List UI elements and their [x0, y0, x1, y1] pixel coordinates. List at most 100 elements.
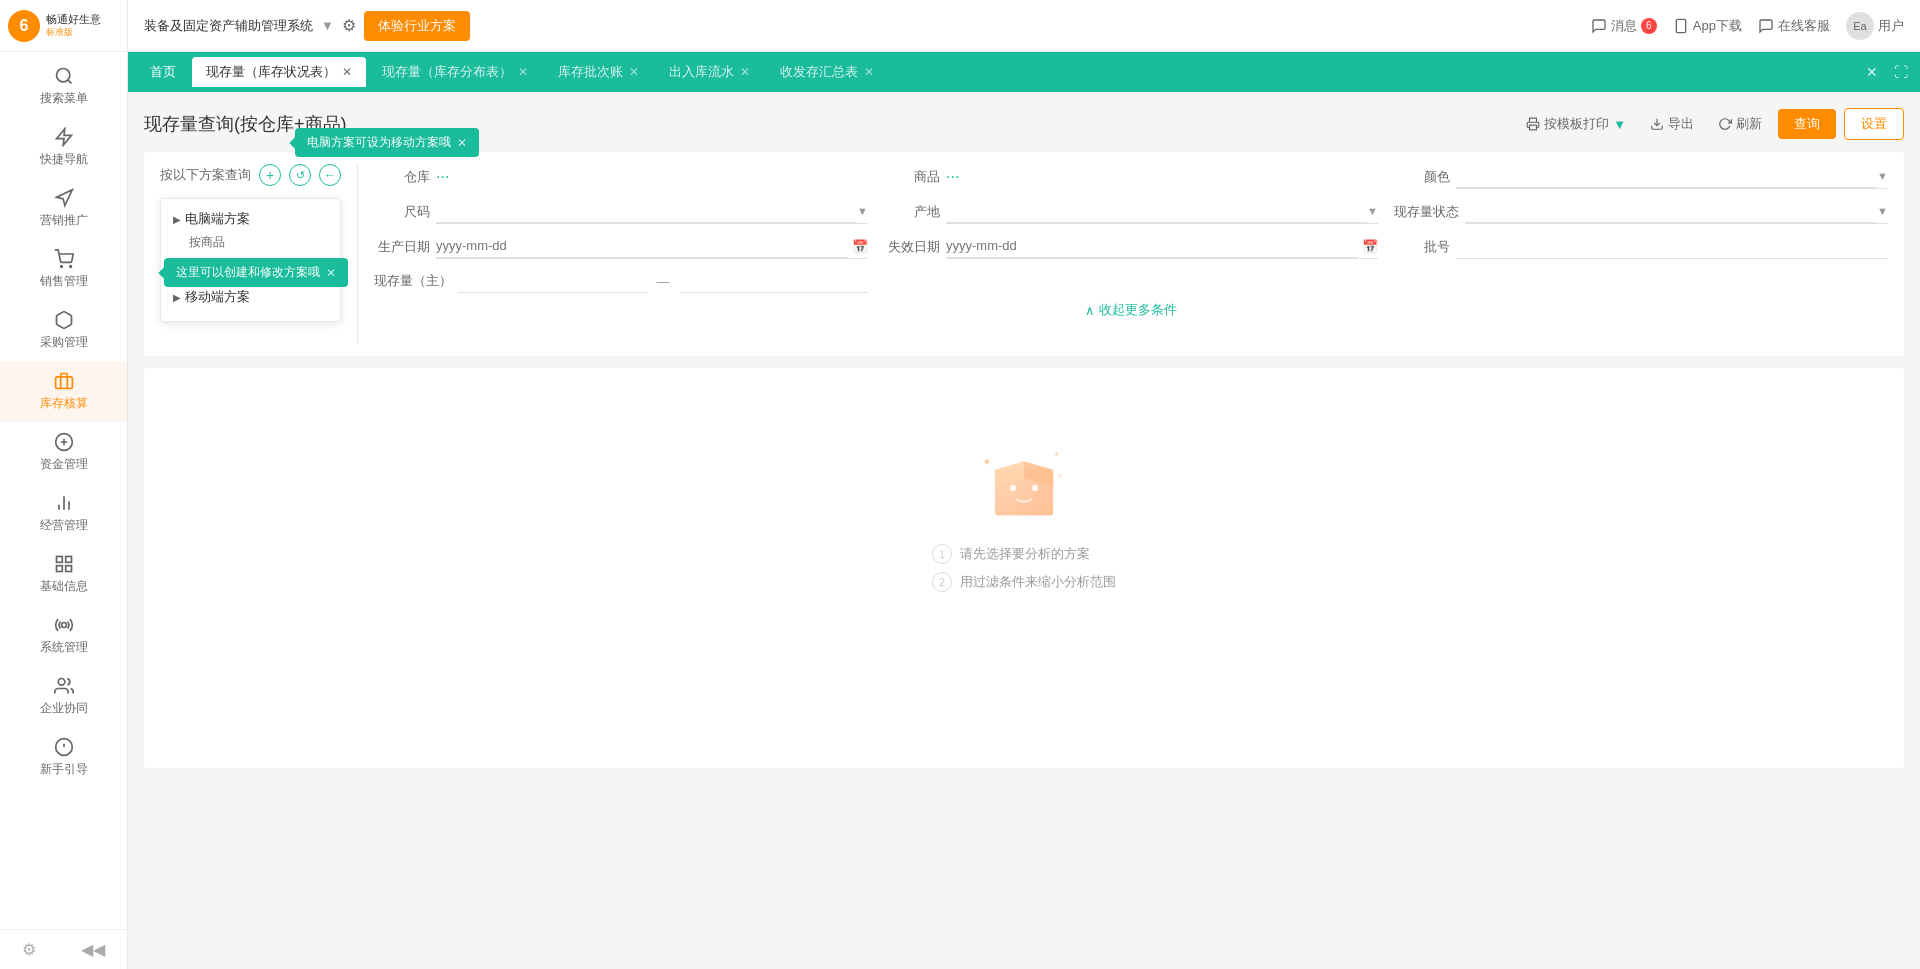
svg-text:✦: ✦ — [1053, 449, 1060, 459]
filter-label-warehouse: 仓库 — [374, 168, 430, 186]
svg-point-2 — [60, 266, 62, 268]
scheme-item-by-goods[interactable]: 按商品 — [169, 231, 332, 254]
sidebar-item-newbie[interactable]: 新手引导 — [0, 727, 127, 788]
sidebar-collapse-btn[interactable]: ◀◀ — [81, 940, 105, 959]
content-area: ✦ ✦ ✦ 1 请先选择要分析的方案 2 用过滤条件来缩小分析范围 — [144, 368, 1904, 768]
tab-in-out-flow[interactable]: 出入库流水 ✕ — [655, 57, 764, 87]
tooltip1-wrap: + 电脑方案可设为移动方案哦 ✕ — [259, 164, 281, 186]
tab-close-all-icon[interactable]: ✕ — [1862, 60, 1882, 84]
filter-row-goods: 商品 ··· — [884, 164, 1378, 189]
sidebar-item-finance[interactable]: 资金管理 — [0, 422, 127, 483]
warehouse-input[interactable]: ··· — [436, 168, 449, 186]
chart-icon — [54, 493, 74, 513]
origin-select[interactable] — [946, 199, 1367, 223]
sidebar-footer: ⚙ ◀◀ — [0, 929, 127, 969]
filter-label-inv-qty: 现存量（主） — [374, 272, 452, 290]
shopping-icon — [54, 249, 74, 269]
sidebar-item-inventory[interactable]: 库存核算 — [0, 361, 127, 422]
svg-rect-16 — [1676, 19, 1685, 32]
goods-input[interactable]: ··· — [946, 168, 959, 186]
system-dropdown-icon[interactable]: ▼ — [321, 18, 334, 33]
filter-label-exp-date: 失效日期 — [884, 238, 940, 256]
refresh-btn[interactable]: 刷新 — [1710, 111, 1770, 137]
tooltip2-text: 这里可以创建和修改方案哦 — [176, 264, 320, 281]
tooltip2-close-btn[interactable]: ✕ — [326, 266, 336, 280]
print-btn[interactable]: 按模板打印 ▼ — [1518, 111, 1634, 137]
filter-row-warehouse: 仓库 ··· — [374, 164, 868, 189]
tab-inventory-status[interactable]: 现存量（库存状况表） ✕ — [192, 57, 366, 87]
sidebar-label-system: 系统管理 — [40, 639, 88, 656]
svg-point-21 — [1010, 485, 1017, 492]
origin-dropdown-icon: ▼ — [1367, 205, 1378, 217]
tab-receive-summary[interactable]: 收发存汇总表 ✕ — [766, 57, 888, 87]
filter-collapse-btn[interactable]: ∧ 收起更多条件 — [374, 293, 1888, 327]
query-btn[interactable]: 查询 — [1778, 109, 1836, 139]
sidebar-item-marketing[interactable]: 营销推广 — [0, 178, 127, 239]
exp-date-input[interactable] — [946, 234, 1358, 258]
inv-status-select[interactable] — [1465, 199, 1877, 223]
settings-gear-icon[interactable]: ⚙ — [342, 16, 356, 35]
back-scheme-btn[interactable]: ← — [319, 164, 341, 186]
step-num-1: 1 — [932, 544, 952, 564]
svg-rect-18 — [1530, 125, 1537, 130]
scheme-group-mobile: ▶ 移动端方案 — [169, 285, 332, 309]
tab-inventory-dist-close[interactable]: ✕ — [518, 65, 528, 79]
refresh-scheme-btn[interactable]: ↺ — [289, 164, 311, 186]
sidebar-item-quick-nav[interactable]: 快捷导航 — [0, 117, 127, 178]
exp-date-calendar-icon[interactable]: 📅 — [1362, 239, 1378, 254]
filter-fields-area: 仓库 ··· 商品 ··· 颜色 ▼ — [374, 164, 1888, 327]
app-download-btn[interactable]: App下载 — [1673, 17, 1742, 35]
message-badge: 6 — [1641, 18, 1657, 34]
message-icon — [1591, 18, 1607, 34]
inv-qty-min-input[interactable] — [458, 269, 647, 293]
filter-row-size: 尺码 ▼ — [374, 199, 868, 224]
tab-batch-account[interactable]: 库存批次账 ✕ — [544, 57, 653, 87]
sidebar-item-basic-info[interactable]: 基础信息 — [0, 544, 127, 605]
sidebar-settings-btn[interactable]: ⚙ — [22, 940, 36, 959]
user-area[interactable]: Ea 用户 — [1846, 12, 1904, 40]
tab-inventory-status-close[interactable]: ✕ — [342, 65, 352, 79]
inv-qty-max-input[interactable] — [680, 269, 869, 293]
prod-date-calendar-icon[interactable]: 📅 — [852, 239, 868, 254]
logo-text-line1: 畅通好生意 — [46, 12, 101, 26]
message-btn[interactable]: 消息 6 — [1591, 17, 1657, 35]
online-support-label: 在线客服 — [1778, 17, 1830, 35]
tooltip1-close-btn[interactable]: ✕ — [457, 136, 467, 150]
sidebar-item-search[interactable]: 搜索菜单 — [0, 56, 127, 117]
tab-batch-account-close[interactable]: ✕ — [629, 65, 639, 79]
prod-date-input[interactable] — [436, 234, 848, 258]
refresh-label: 刷新 — [1736, 115, 1762, 133]
step1-text: 请先选择要分析的方案 — [960, 545, 1090, 563]
tab-inventory-dist[interactable]: 现存量（库存分布表） ✕ — [368, 57, 542, 87]
svg-rect-10 — [65, 557, 71, 563]
scheme-group-mobile-header[interactable]: ▶ 移动端方案 — [169, 285, 332, 309]
inv-status-dropdown-icon: ▼ — [1877, 205, 1888, 217]
color-select[interactable] — [1456, 164, 1877, 188]
scheme-group-desktop-header[interactable]: ▶ 电脑端方案 — [169, 207, 332, 231]
add-scheme-btn[interactable]: + — [259, 164, 281, 186]
sidebar-item-system[interactable]: 系统管理 — [0, 605, 127, 666]
tab-receive-summary-close[interactable]: ✕ — [864, 65, 874, 79]
sidebar-item-enterprise[interactable]: 企业协同 — [0, 666, 127, 727]
tab-inventory-dist-label: 现存量（库存分布表） — [382, 63, 512, 81]
chevron-up-icon: ∧ — [1085, 303, 1095, 318]
industry-btn[interactable]: 体验行业方案 — [364, 11, 470, 41]
sidebar-item-operations[interactable]: 经营管理 — [0, 483, 127, 544]
header-left: 装备及固定资产辅助管理系统 ▼ ⚙ 体验行业方案 — [144, 11, 470, 41]
guide-icon — [54, 737, 74, 757]
print-label: 按模板打印 — [1544, 115, 1609, 133]
settings-btn[interactable]: 设置 — [1844, 108, 1904, 140]
tab-in-out-flow-close[interactable]: ✕ — [740, 65, 750, 79]
online-support-btn[interactable]: 在线客服 — [1758, 17, 1830, 35]
sidebar: 6 畅通好生意 标准版 搜索菜单 快捷导航 营销推广 销售管理 采购管理 — [0, 0, 128, 969]
scheme-group-desktop-label: 电脑端方案 — [185, 210, 250, 228]
sidebar-item-purchase[interactable]: 采购管理 — [0, 300, 127, 361]
tab-inventory-status-label: 现存量（库存状况表） — [206, 63, 336, 81]
tab-home[interactable]: 首页 — [136, 57, 190, 87]
batch-input[interactable] — [1456, 235, 1888, 259]
sidebar-item-sales[interactable]: 销售管理 — [0, 239, 127, 300]
export-btn[interactable]: 导出 — [1642, 111, 1702, 137]
size-select[interactable] — [436, 199, 857, 223]
tab-fullscreen-icon[interactable]: ⛶ — [1890, 60, 1912, 84]
empty-state: ✦ ✦ ✦ 1 请先选择要分析的方案 2 用过滤条件来缩小分析范围 — [144, 368, 1904, 652]
